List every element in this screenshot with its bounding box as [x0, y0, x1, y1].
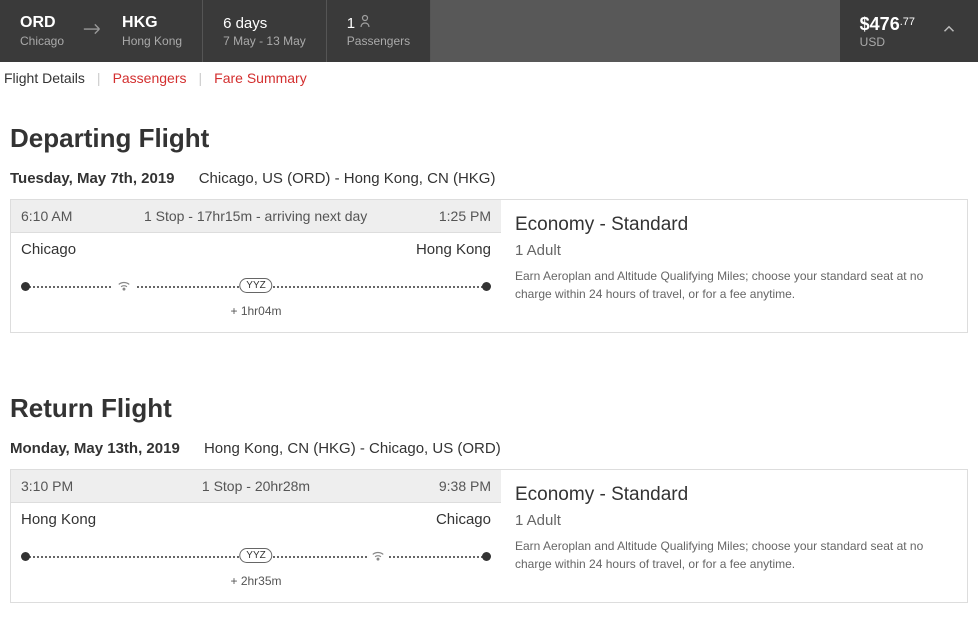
timeline-start-dot: [21, 282, 30, 291]
dep-time: 6:10 AM: [21, 208, 72, 224]
return-route: Hong Kong, CN (HKG) - Chicago, US (ORD): [204, 440, 501, 457]
return-card: 3:10 PM 1 Stop - 20hr28m 9:38 PM Hong Ko…: [10, 469, 968, 603]
tab-flight-details[interactable]: Flight Details: [0, 70, 89, 86]
tab-fare-summary[interactable]: Fare Summary: [210, 70, 311, 86]
tab-passengers[interactable]: Passengers: [109, 70, 191, 86]
return-layover: + 2hr35m: [11, 574, 501, 602]
arr-time: 9:38 PM: [439, 478, 491, 494]
departing-date: Tuesday, May 7th, 2019: [10, 170, 175, 187]
pax-count: 1: [347, 15, 355, 32]
timeline-end-dot: [482, 552, 491, 561]
summary-header: ORD Chicago HKG Hong Kong 6 days 7 May -…: [0, 0, 978, 62]
departing-card: 6:10 AM 1 Stop - 17hr15m - arriving next…: [10, 199, 968, 333]
dest-code: HKG: [122, 14, 182, 32]
timeline-end-dot: [482, 282, 491, 291]
arr-city: Chicago: [436, 511, 491, 528]
departing-fare-desc: Earn Aeroplan and Altitude Qualifying Mi…: [515, 267, 953, 303]
return-date: Monday, May 13th, 2019: [10, 440, 180, 457]
dep-summary: 1 Stop - 17hr15m - arriving next day: [72, 208, 438, 224]
price-cents: .77: [900, 16, 915, 28]
departing-layover: + 1hr04m: [11, 304, 501, 332]
duration-days: 6 days: [223, 15, 306, 32]
dep-city: Hong Kong: [21, 511, 96, 528]
return-fare-pax: 1 Adult: [515, 512, 953, 529]
stop-badge: YYZ: [239, 548, 272, 563]
departing-timeline: YYZ: [21, 276, 491, 300]
tab-bar: Flight Details | Passengers | Fare Summa…: [0, 62, 978, 95]
departing-fare-class: Economy - Standard: [515, 214, 953, 236]
return-timeline: YYZ: [21, 546, 491, 570]
price-whole: $476: [860, 14, 900, 35]
timeline-start-dot: [21, 552, 30, 561]
tab-sep: |: [199, 70, 203, 86]
route-cell[interactable]: ORD Chicago HKG Hong Kong: [0, 0, 203, 62]
wifi-icon: [113, 279, 135, 294]
duration-dates: 7 May - 13 May: [223, 34, 306, 48]
price-currency: USD: [860, 35, 915, 49]
pax-label: Passengers: [347, 34, 410, 48]
price-cell[interactable]: $476 .77 USD: [840, 0, 978, 62]
person-icon: [359, 14, 371, 32]
return-summary: 1 Stop - 20hr28m: [73, 478, 439, 494]
return-summary-row: 3:10 PM 1 Stop - 20hr28m 9:38 PM: [11, 470, 501, 503]
departing-subhead: Tuesday, May 7th, 2019 Chicago, US (ORD)…: [10, 170, 968, 187]
stop-badge: YYZ: [239, 278, 272, 293]
departing-fare-pax: 1 Adult: [515, 242, 953, 259]
tab-sep: |: [97, 70, 101, 86]
arr-city: Hong Kong: [416, 241, 491, 258]
origin-code: ORD: [20, 14, 64, 32]
return-title: Return Flight: [10, 393, 968, 424]
return-fare-class: Economy - Standard: [515, 484, 953, 506]
chevron-up-icon[interactable]: [940, 20, 958, 43]
dest-city: Hong Kong: [122, 34, 182, 48]
origin-city: Chicago: [20, 34, 64, 48]
return-subhead: Monday, May 13th, 2019 Hong Kong, CN (HK…: [10, 440, 968, 457]
departing-route: Chicago, US (ORD) - Hong Kong, CN (HKG): [199, 170, 496, 187]
arr-time: 1:25 PM: [439, 208, 491, 224]
dep-time: 3:10 PM: [21, 478, 73, 494]
pax-cell[interactable]: 1 Passengers: [327, 0, 431, 62]
departing-title: Departing Flight: [10, 123, 968, 154]
wifi-icon: [367, 549, 389, 564]
dep-city: Chicago: [21, 241, 76, 258]
departing-summary-row: 6:10 AM 1 Stop - 17hr15m - arriving next…: [11, 200, 501, 233]
return-fare-desc: Earn Aeroplan and Altitude Qualifying Mi…: [515, 537, 953, 573]
duration-cell[interactable]: 6 days 7 May - 13 May: [203, 0, 327, 62]
plane-icon: [82, 18, 104, 45]
header-spacer: [431, 0, 840, 62]
